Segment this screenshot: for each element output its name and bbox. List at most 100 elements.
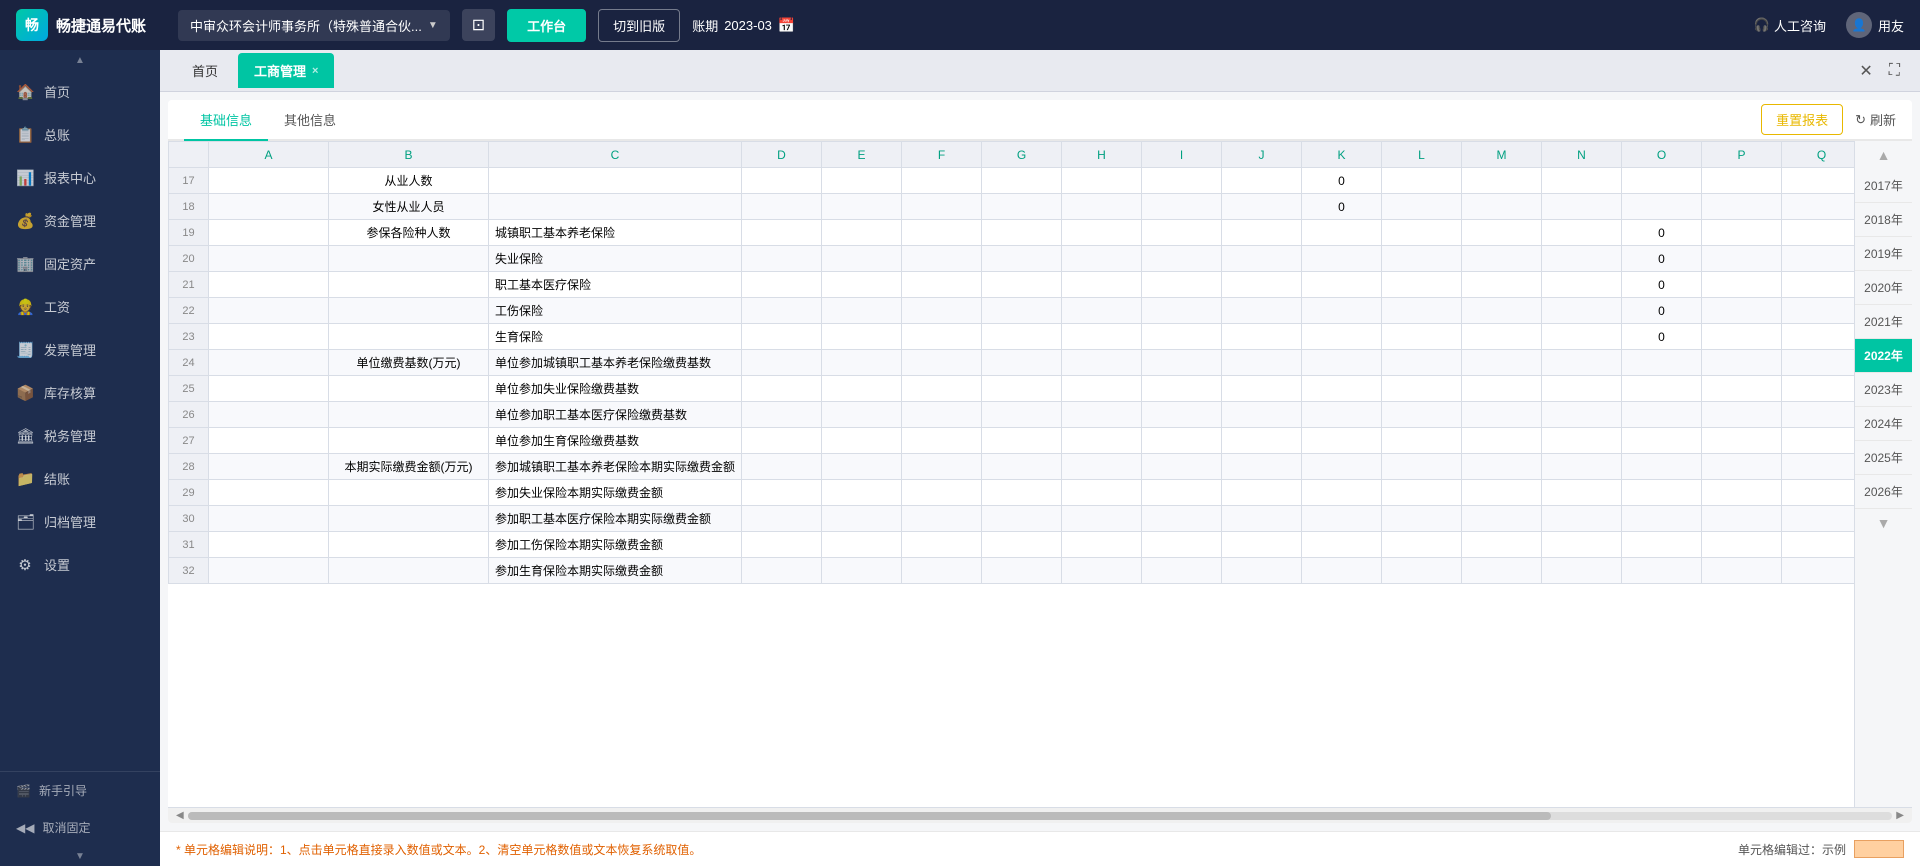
cell-h[interactable]	[1062, 376, 1142, 402]
cell-b[interactable]	[329, 402, 489, 428]
version-switch-button[interactable]: 切到旧版	[598, 9, 680, 42]
cell-j[interactable]	[1222, 246, 1302, 272]
cell-a[interactable]	[209, 324, 329, 350]
cell-h[interactable]	[1062, 350, 1142, 376]
cell-g[interactable]	[982, 480, 1062, 506]
cell-j[interactable]	[1222, 480, 1302, 506]
cell-c[interactable]: 参加工伤保险本期实际缴费金额	[489, 532, 742, 558]
cell-h[interactable]	[1062, 220, 1142, 246]
cell-f[interactable]	[902, 428, 982, 454]
year-item-2025年[interactable]: 2025年	[1855, 441, 1912, 475]
cell-d[interactable]	[742, 324, 822, 350]
cell-l[interactable]	[1382, 532, 1462, 558]
cell-c[interactable]: 参加城镇职工基本养老保险本期实际缴费金额	[489, 454, 742, 480]
cell-h[interactable]	[1062, 454, 1142, 480]
cell-d[interactable]	[742, 532, 822, 558]
cell-a[interactable]	[209, 532, 329, 558]
year-item-2019年[interactable]: 2019年	[1855, 237, 1912, 271]
calendar-icon[interactable]: 📅	[778, 17, 795, 34]
cell-k[interactable]	[1302, 454, 1382, 480]
cell-f[interactable]	[902, 194, 982, 220]
cell-m[interactable]	[1462, 298, 1542, 324]
cell-b[interactable]	[329, 480, 489, 506]
sidebar-item-ledger[interactable]: 📋 总账	[0, 113, 160, 156]
cell-p[interactable]	[1702, 168, 1782, 194]
year-item-2023年[interactable]: 2023年	[1855, 373, 1912, 407]
cell-q[interactable]	[1782, 194, 1854, 220]
cell-o[interactable]	[1622, 454, 1702, 480]
sidebar-item-archive[interactable]: 🗂 归档管理	[0, 500, 160, 543]
cell-f[interactable]	[902, 480, 982, 506]
cell-o[interactable]: 0	[1622, 324, 1702, 350]
cell-h[interactable]	[1062, 402, 1142, 428]
service-button[interactable]: 🎧 人工咨询	[1754, 16, 1826, 35]
cell-o[interactable]	[1622, 194, 1702, 220]
cell-c[interactable]: 单位参加失业保险缴费基数	[489, 376, 742, 402]
cell-h[interactable]	[1062, 558, 1142, 584]
h-scroll-track[interactable]	[188, 812, 1893, 820]
cell-g[interactable]	[982, 376, 1062, 402]
cell-l[interactable]	[1382, 220, 1462, 246]
cell-o[interactable]	[1622, 532, 1702, 558]
cell-o[interactable]	[1622, 480, 1702, 506]
cell-h[interactable]	[1062, 428, 1142, 454]
cell-k[interactable]	[1302, 428, 1382, 454]
cell-n[interactable]	[1542, 246, 1622, 272]
cell-g[interactable]	[982, 246, 1062, 272]
cell-l[interactable]	[1382, 480, 1462, 506]
sidebar-item-finance[interactable]: 💰 资金管理	[0, 199, 160, 242]
cell-b[interactable]	[329, 246, 489, 272]
cell-n[interactable]	[1542, 402, 1622, 428]
cell-n[interactable]	[1542, 376, 1622, 402]
cell-q[interactable]	[1782, 454, 1854, 480]
cell-c[interactable]: 城镇职工基本养老保险	[489, 220, 742, 246]
cell-p[interactable]	[1702, 350, 1782, 376]
cell-n[interactable]	[1542, 454, 1622, 480]
cell-i[interactable]	[1142, 246, 1222, 272]
cell-o[interactable]	[1622, 168, 1702, 194]
cell-m[interactable]	[1462, 220, 1542, 246]
refresh-button[interactable]: ↻ 刷新	[1855, 110, 1896, 129]
year-item-2018年[interactable]: 2018年	[1855, 203, 1912, 237]
cell-e[interactable]	[822, 402, 902, 428]
cell-a[interactable]	[209, 480, 329, 506]
cell-h[interactable]	[1062, 168, 1142, 194]
year-item-2017年[interactable]: 2017年	[1855, 169, 1912, 203]
cell-d[interactable]	[742, 506, 822, 532]
cell-h[interactable]	[1062, 246, 1142, 272]
cell-p[interactable]	[1702, 220, 1782, 246]
cell-i[interactable]	[1142, 298, 1222, 324]
h-scroll-left[interactable]: ◀	[172, 810, 188, 821]
cell-e[interactable]	[822, 506, 902, 532]
cell-e[interactable]	[822, 558, 902, 584]
cell-q[interactable]	[1782, 376, 1854, 402]
cell-m[interactable]	[1462, 454, 1542, 480]
cell-i[interactable]	[1142, 350, 1222, 376]
cell-h[interactable]	[1062, 272, 1142, 298]
cell-g[interactable]	[982, 194, 1062, 220]
cell-n[interactable]	[1542, 480, 1622, 506]
cell-j[interactable]	[1222, 324, 1302, 350]
cell-j[interactable]	[1222, 194, 1302, 220]
cell-l[interactable]	[1382, 428, 1462, 454]
cell-a[interactable]	[209, 350, 329, 376]
cell-d[interactable]	[742, 350, 822, 376]
cell-f[interactable]	[902, 454, 982, 480]
cell-k[interactable]	[1302, 324, 1382, 350]
cell-a[interactable]	[209, 168, 329, 194]
cell-e[interactable]	[822, 272, 902, 298]
tab-close-button[interactable]: ✕	[1855, 57, 1876, 85]
cell-h[interactable]	[1062, 194, 1142, 220]
cell-n[interactable]	[1542, 168, 1622, 194]
cell-c[interactable]	[489, 194, 742, 220]
cell-k[interactable]	[1302, 402, 1382, 428]
cell-q[interactable]	[1782, 246, 1854, 272]
cell-m[interactable]	[1462, 168, 1542, 194]
cell-b[interactable]	[329, 558, 489, 584]
cell-f[interactable]	[902, 272, 982, 298]
cell-b[interactable]	[329, 376, 489, 402]
cell-n[interactable]	[1542, 272, 1622, 298]
tab-home[interactable]: 首页	[176, 53, 234, 88]
cell-l[interactable]	[1382, 246, 1462, 272]
cell-j[interactable]	[1222, 376, 1302, 402]
